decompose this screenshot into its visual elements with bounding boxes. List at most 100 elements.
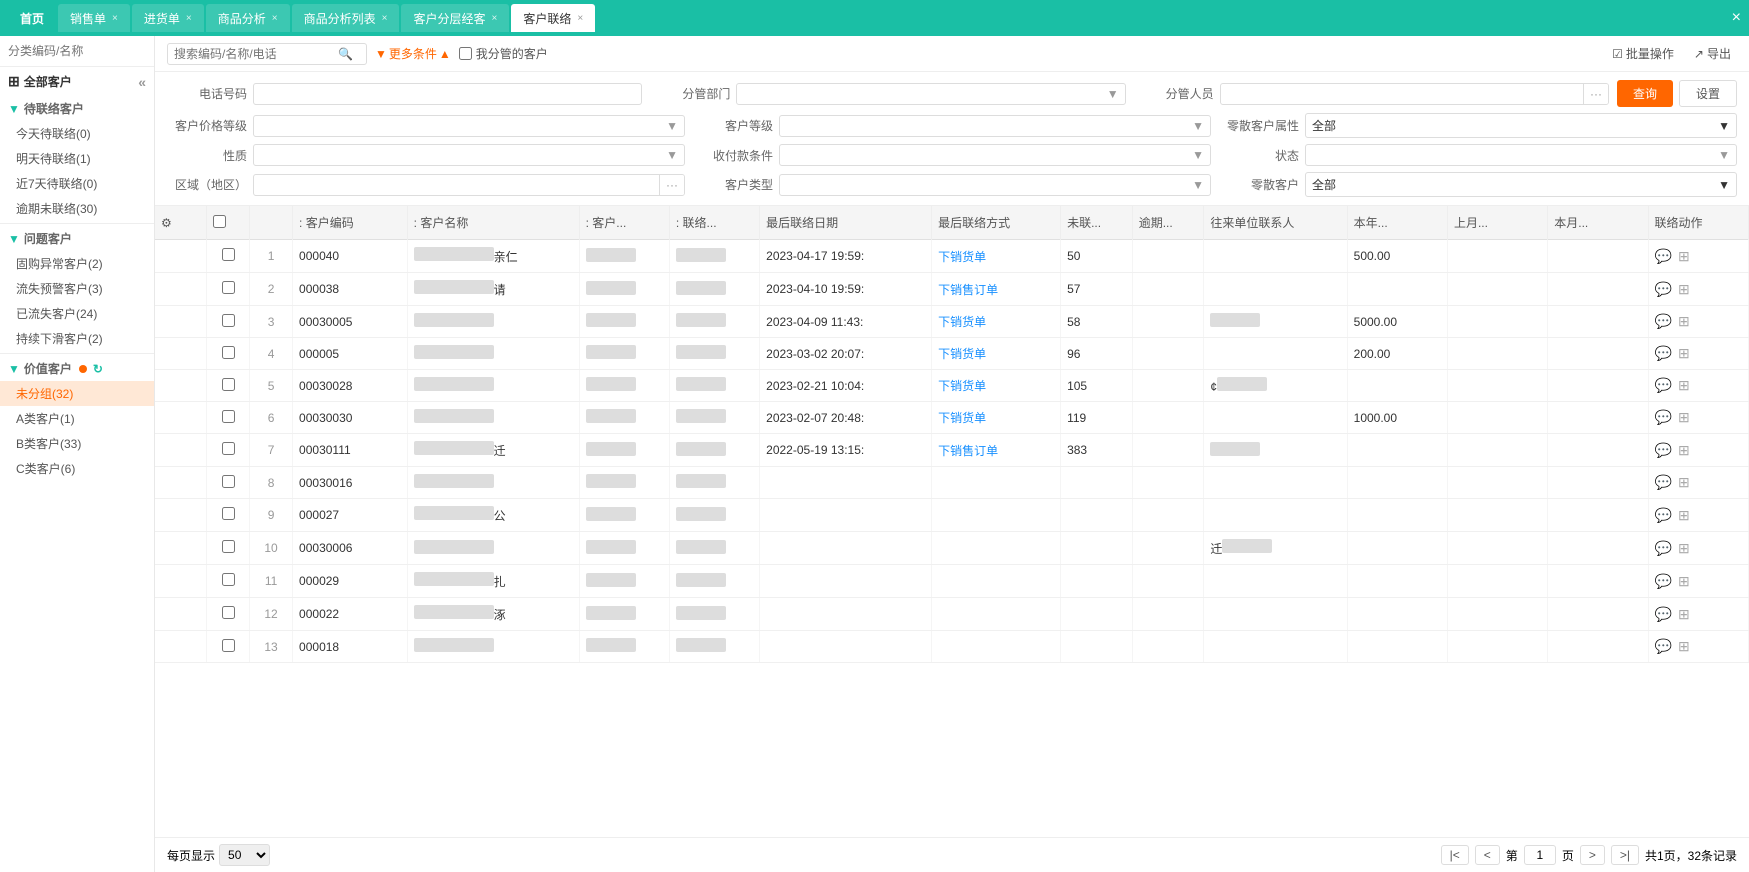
row-last-way-cell[interactable] — [932, 631, 1061, 663]
contact-way-link[interactable]: 下销货单 — [938, 379, 986, 393]
row-checkbox-cell[interactable] — [207, 631, 250, 663]
page-input[interactable] — [1524, 845, 1556, 865]
grid-action-icon[interactable]: ⊞ — [1678, 345, 1690, 362]
row-checkbox-cell[interactable] — [207, 370, 250, 402]
tab-sales[interactable]: 销售单 × — [58, 4, 130, 32]
grid-action-icon[interactable]: ⊞ — [1678, 409, 1690, 426]
chat-icon[interactable]: 💬 — [1655, 281, 1672, 298]
search-button[interactable]: 查询 — [1617, 80, 1673, 107]
tab-product-analysis[interactable]: 商品分析 × — [206, 4, 290, 32]
th-not-contacted[interactable]: 未联... — [1061, 206, 1133, 240]
row-checkbox[interactable] — [222, 540, 235, 553]
tab-home[interactable]: 首页 — [8, 4, 56, 32]
row-checkbox-cell[interactable] — [207, 434, 250, 467]
row-last-way-cell[interactable]: 下销货单 — [932, 240, 1061, 273]
settings-icon[interactable]: ⚙ — [161, 216, 172, 230]
close-product-analysis-icon[interactable]: × — [272, 13, 278, 24]
chat-icon[interactable]: 💬 — [1655, 313, 1672, 330]
collapse-icon[interactable]: « — [138, 74, 146, 90]
sidebar-item-today[interactable]: 今天待联络(0) — [0, 121, 154, 146]
contact-way-link[interactable]: 下销货单 — [938, 411, 986, 425]
sidebar-item-week[interactable]: 近7天待联络(0) — [0, 171, 154, 196]
row-checkbox[interactable] — [222, 346, 235, 359]
chat-icon[interactable]: 💬 — [1655, 474, 1672, 491]
row-checkbox[interactable] — [222, 314, 235, 327]
chat-icon[interactable]: 💬 — [1655, 442, 1672, 459]
customer-level-select[interactable]: ▼ — [779, 115, 1211, 137]
th-last-month[interactable]: 上月... — [1447, 206, 1547, 240]
export-btn[interactable]: ↗ 导出 — [1688, 42, 1737, 65]
row-last-way-cell[interactable] — [932, 499, 1061, 532]
prev-page-btn[interactable]: < — [1475, 845, 1500, 865]
row-checkbox[interactable] — [222, 573, 235, 586]
sidebar-item-abnormal[interactable]: 固购异常客户(2) — [0, 251, 154, 276]
th-this-year[interactable]: 本年... — [1347, 206, 1447, 240]
grid-action-icon[interactable]: ⊞ — [1678, 474, 1690, 491]
sidebar-item-decreasing[interactable]: 持续下滑客户(2) — [0, 326, 154, 351]
th-contact[interactable]: : 联络... — [669, 206, 759, 240]
row-last-way-cell[interactable]: 下销货单 — [932, 306, 1061, 338]
tab-purchase[interactable]: 进货单 × — [132, 4, 204, 32]
row-checkbox[interactable] — [222, 378, 235, 391]
row-checkbox[interactable] — [222, 442, 235, 455]
nature-select[interactable]: ▼ — [253, 144, 685, 166]
status-select[interactable]: ▼ — [1305, 144, 1737, 166]
th-contacts[interactable]: 往来单位联系人 — [1204, 206, 1347, 240]
person-input[interactable] — [1221, 84, 1583, 104]
row-checkbox-cell[interactable] — [207, 306, 250, 338]
row-last-way-cell[interactable] — [932, 532, 1061, 565]
contact-way-link[interactable]: 下销货单 — [938, 315, 986, 329]
row-checkbox-cell[interactable] — [207, 499, 250, 532]
tab-customer-contact[interactable]: 客户联络 × — [511, 4, 595, 32]
row-checkbox[interactable] — [222, 248, 235, 261]
th-name[interactable]: : 客户名称 — [407, 206, 579, 240]
th-checkbox[interactable] — [207, 206, 250, 240]
chat-icon[interactable]: 💬 — [1655, 248, 1672, 265]
contact-way-link[interactable]: 下销货单 — [938, 347, 986, 361]
row-checkbox[interactable] — [222, 507, 235, 520]
region-more-btn[interactable]: ··· — [659, 175, 684, 195]
row-checkbox[interactable] — [222, 475, 235, 488]
row-last-way-cell[interactable] — [932, 565, 1061, 598]
sparse-select[interactable]: 全部▼ — [1305, 172, 1737, 197]
person-more-btn[interactable]: ··· — [1583, 84, 1608, 104]
region-input[interactable] — [254, 175, 659, 195]
chat-icon[interactable]: 💬 — [1655, 540, 1672, 557]
chat-icon[interactable]: 💬 — [1655, 638, 1672, 655]
sparse-attr-select[interactable]: 全部▼ — [1305, 113, 1737, 138]
row-checkbox[interactable] — [222, 410, 235, 423]
chat-icon[interactable]: 💬 — [1655, 409, 1672, 426]
chat-icon[interactable]: 💬 — [1655, 345, 1672, 362]
phone-input[interactable] — [253, 83, 642, 105]
reset-button[interactable]: 设置 — [1679, 80, 1737, 107]
sidebar-item-type-c[interactable]: C类客户(6) — [0, 456, 154, 481]
grid-action-icon[interactable]: ⊞ — [1678, 638, 1690, 655]
sidebar-item-lost[interactable]: 已流失客户(24) — [0, 301, 154, 326]
close-sales-icon[interactable]: × — [112, 13, 118, 24]
sidebar-item-overdue[interactable]: 逾期未联络(30) — [0, 196, 154, 221]
th-last-date[interactable]: 最后联络日期 — [760, 206, 932, 240]
sidebar-item-unclassified[interactable]: 未分组(32) — [0, 381, 154, 406]
window-close-icon[interactable]: × — [1732, 9, 1741, 27]
row-checkbox-cell[interactable] — [207, 273, 250, 306]
dept-select[interactable]: ▼ — [736, 83, 1125, 105]
chat-icon[interactable]: 💬 — [1655, 377, 1672, 394]
row-checkbox-cell[interactable] — [207, 565, 250, 598]
refresh-icon[interactable]: ↻ — [93, 362, 103, 376]
search-input[interactable] — [174, 47, 334, 61]
row-checkbox-cell[interactable] — [207, 338, 250, 370]
all-customers-header[interactable]: ⊞ 全部客户 « — [0, 67, 154, 96]
row-last-way-cell[interactable]: 下销售订单 — [932, 434, 1061, 467]
batch-ops-btn[interactable]: ☑ 批量操作 — [1606, 42, 1680, 65]
price-level-select[interactable]: ▼ — [253, 115, 685, 137]
next-page-btn[interactable]: > — [1580, 845, 1605, 865]
sidebar-item-churn-risk[interactable]: 流失预警客户(3) — [0, 276, 154, 301]
row-last-way-cell[interactable]: 下销售订单 — [932, 273, 1061, 306]
row-checkbox-cell[interactable] — [207, 467, 250, 499]
grid-action-icon[interactable]: ⊞ — [1678, 540, 1690, 557]
payment-select[interactable]: ▼ — [779, 144, 1211, 166]
grid-action-icon[interactable]: ⊞ — [1678, 606, 1690, 623]
customer-type-select[interactable]: ▼ — [779, 174, 1211, 196]
th-settings[interactable]: ⚙ — [155, 206, 207, 240]
tab-product-list[interactable]: 商品分析列表 × — [292, 4, 400, 32]
